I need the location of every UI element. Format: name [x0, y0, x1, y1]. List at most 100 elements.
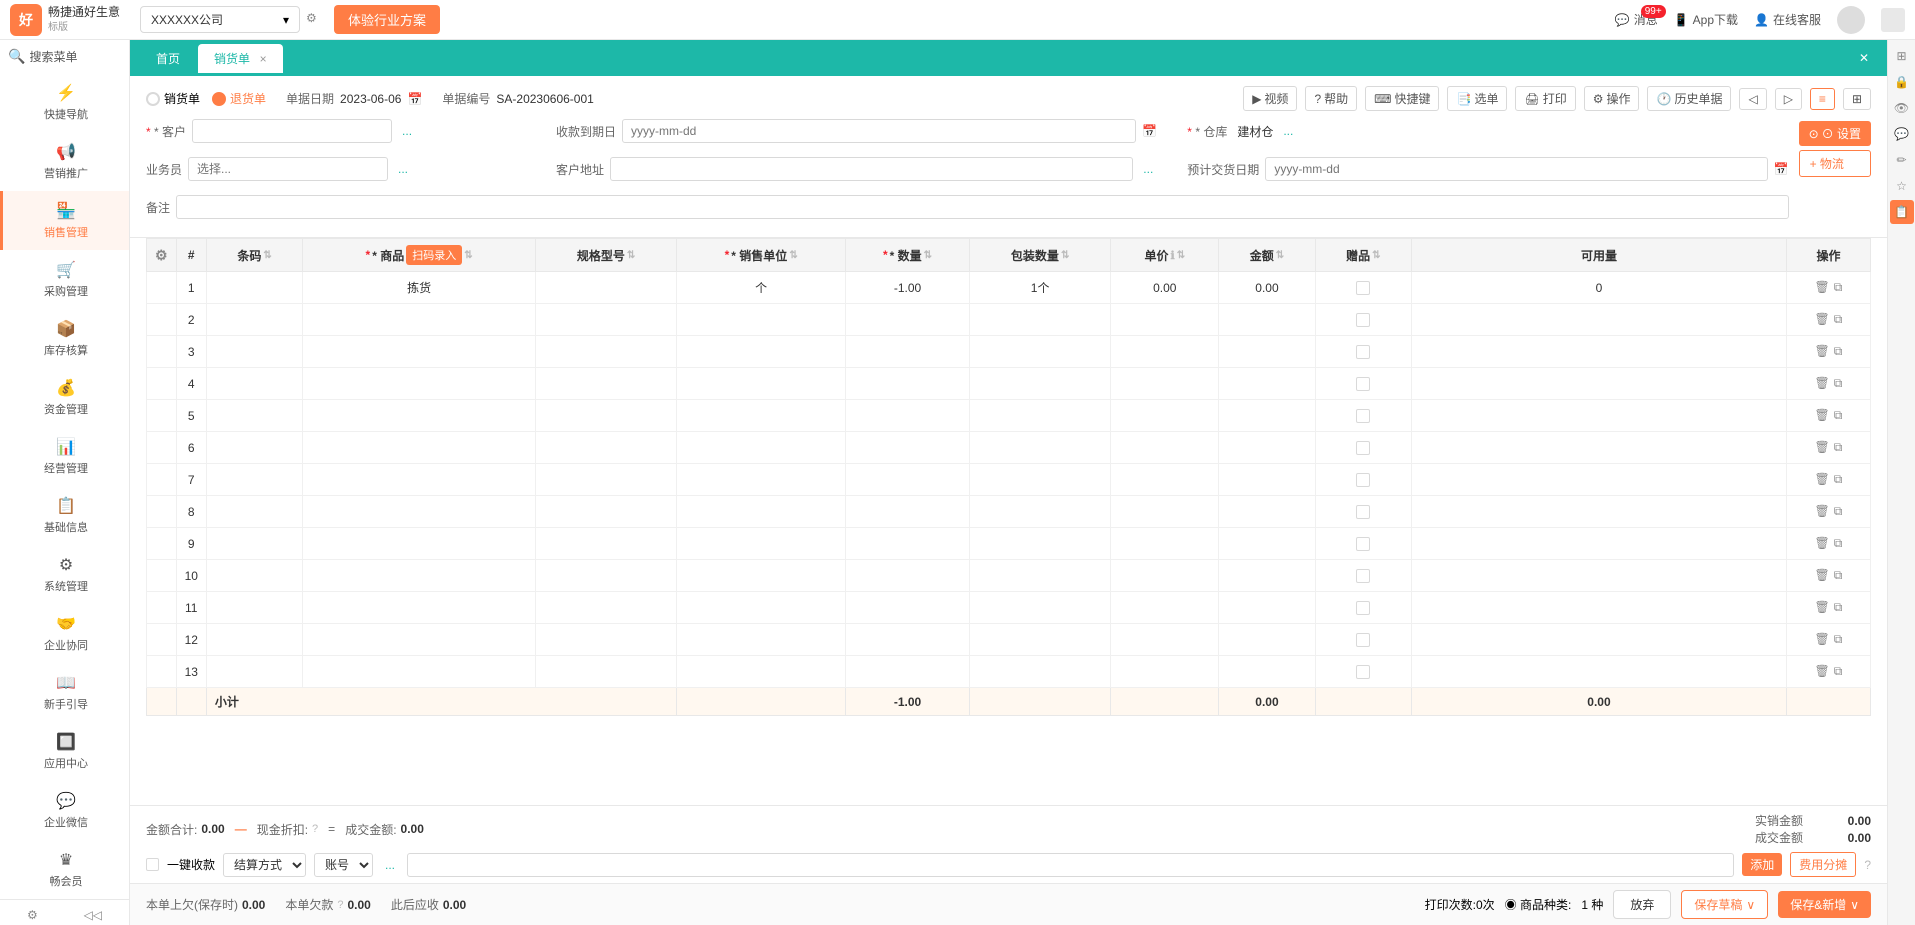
tab-close-icon[interactable]: ×	[260, 52, 267, 66]
right-panel-lock[interactable]: 🔒	[1890, 70, 1914, 94]
grid-view-btn[interactable]: ⊞	[1843, 88, 1871, 110]
tab-home[interactable]: 首页	[140, 44, 196, 73]
customer-input[interactable]	[192, 119, 392, 143]
row-pack-qty[interactable]	[969, 528, 1110, 560]
row-gift[interactable]	[1315, 560, 1411, 592]
row-barcode[interactable]	[206, 528, 302, 560]
sidebar-item-operation[interactable]: 📊 经营管理	[0, 427, 129, 486]
sidebar-item-app-center[interactable]: 🔲 应用中心	[0, 722, 129, 781]
row-quantity[interactable]	[846, 592, 970, 624]
row-product[interactable]	[303, 368, 536, 400]
row-sales-unit[interactable]	[677, 624, 846, 656]
delete-icon[interactable]: 🗑	[1815, 632, 1830, 647]
settings-icon[interactable]: ⚙	[306, 11, 324, 29]
copy-icon[interactable]: ⧉	[1834, 408, 1843, 423]
next-btn[interactable]: ▷	[1775, 88, 1802, 110]
row-pack-qty[interactable]	[969, 336, 1110, 368]
row-barcode[interactable]	[206, 432, 302, 464]
list-view-btn[interactable]: ≡	[1810, 88, 1835, 110]
row-pack-qty[interactable]	[969, 496, 1110, 528]
account-select[interactable]: 账号	[314, 853, 373, 877]
row-barcode[interactable]	[206, 656, 302, 688]
row-barcode[interactable]	[206, 624, 302, 656]
row-quantity[interactable]	[846, 528, 970, 560]
row-unit-price[interactable]	[1111, 592, 1219, 624]
right-panel-star[interactable]: ☆	[1890, 174, 1914, 198]
sidebar-item-member[interactable]: ♛ 畅会员	[0, 840, 129, 899]
copy-icon[interactable]: ⧉	[1834, 344, 1843, 359]
account-dots-btn[interactable]: ...	[381, 858, 399, 872]
row-unit-price[interactable]: 0.00	[1111, 272, 1219, 304]
row-gift[interactable]	[1315, 368, 1411, 400]
copy-icon[interactable]: ⧉	[1834, 312, 1843, 327]
col-settings-header[interactable]: ⚙	[147, 239, 177, 272]
tab-sales-order[interactable]: 销货单 ×	[198, 44, 283, 73]
right-panel-expand[interactable]: ⊞	[1890, 44, 1914, 68]
row-sales-unit[interactable]	[677, 304, 846, 336]
expected-date-input[interactable]	[1265, 157, 1767, 181]
row-amount[interactable]: 0.00	[1219, 272, 1315, 304]
row-product[interactable]	[303, 304, 536, 336]
row-sales-unit[interactable]	[677, 560, 846, 592]
sidebar-item-inventory[interactable]: 📦 库存核算	[0, 309, 129, 368]
row-gift[interactable]	[1315, 272, 1411, 304]
row-quantity[interactable]	[846, 656, 970, 688]
row-barcode[interactable]	[206, 400, 302, 432]
delete-icon[interactable]: 🗑	[1815, 536, 1830, 551]
row-barcode[interactable]	[206, 560, 302, 592]
copy-icon[interactable]: ⧉	[1834, 472, 1843, 487]
delete-icon[interactable]: 🗑	[1815, 600, 1830, 615]
row-unit-price[interactable]	[1111, 304, 1219, 336]
row-gift[interactable]	[1315, 592, 1411, 624]
expected-date-calendar-icon[interactable]: 📅	[1774, 162, 1789, 176]
video-btn[interactable]: ▶ 视频	[1243, 86, 1297, 111]
delete-icon[interactable]: 🗑	[1815, 568, 1830, 583]
row-pack-qty[interactable]	[969, 432, 1110, 464]
row-amount[interactable]	[1219, 368, 1315, 400]
row-gift[interactable]	[1315, 528, 1411, 560]
salesperson-dots-btn[interactable]: ...	[394, 162, 412, 176]
customer-addr-input[interactable]	[610, 157, 1133, 181]
user-menu-icon[interactable]	[1881, 8, 1905, 32]
row-pack-qty[interactable]: 1个	[969, 272, 1110, 304]
copy-icon[interactable]: ⧉	[1834, 536, 1843, 551]
notes-input[interactable]	[176, 195, 1789, 219]
delete-icon[interactable]: 🗑	[1815, 312, 1830, 327]
row-product[interactable]	[303, 528, 536, 560]
help-btn[interactable]: ? 帮助	[1305, 86, 1357, 111]
row-quantity[interactable]	[846, 560, 970, 592]
user-avatar[interactable]	[1837, 6, 1865, 34]
row-pack-qty[interactable]	[969, 368, 1110, 400]
delete-icon[interactable]: 🗑	[1815, 472, 1830, 487]
row-amount[interactable]	[1219, 560, 1315, 592]
due-date-input[interactable]	[622, 119, 1136, 143]
row-barcode[interactable]	[206, 592, 302, 624]
row-sales-unit[interactable]	[677, 368, 846, 400]
row-sales-unit[interactable]	[677, 592, 846, 624]
row-spec[interactable]	[535, 656, 676, 688]
row-amount[interactable]	[1219, 304, 1315, 336]
sidebar-collapse-btn[interactable]: ◁◁	[84, 908, 102, 922]
delete-icon[interactable]: 🗑	[1815, 408, 1830, 423]
row-spec[interactable]	[535, 272, 676, 304]
copy-icon[interactable]: ⧉	[1834, 280, 1843, 295]
row-unit-price[interactable]	[1111, 464, 1219, 496]
row-spec[interactable]	[535, 560, 676, 592]
row-amount[interactable]	[1219, 336, 1315, 368]
row-unit-price[interactable]	[1111, 336, 1219, 368]
trial-button[interactable]: 体验行业方案	[334, 5, 440, 34]
row-spec[interactable]	[535, 528, 676, 560]
payment-help-icon[interactable]: ?	[1864, 858, 1871, 872]
row-quantity[interactable]: -1.00	[846, 272, 970, 304]
row-amount[interactable]	[1219, 656, 1315, 688]
row-sales-unit[interactable]	[677, 400, 846, 432]
right-panel-pencil[interactable]: ✏	[1890, 148, 1914, 172]
row-product[interactable]: 拣货	[303, 272, 536, 304]
row-quantity[interactable]	[846, 336, 970, 368]
select-btn[interactable]: 📑 选单	[1447, 86, 1507, 111]
row-spec[interactable]	[535, 624, 676, 656]
row-sales-unit[interactable]	[677, 528, 846, 560]
sidebar-item-purchase[interactable]: 🛒 采购管理	[0, 250, 129, 309]
row-spec[interactable]	[535, 304, 676, 336]
logistics-btn[interactable]: + 物流	[1799, 150, 1871, 177]
